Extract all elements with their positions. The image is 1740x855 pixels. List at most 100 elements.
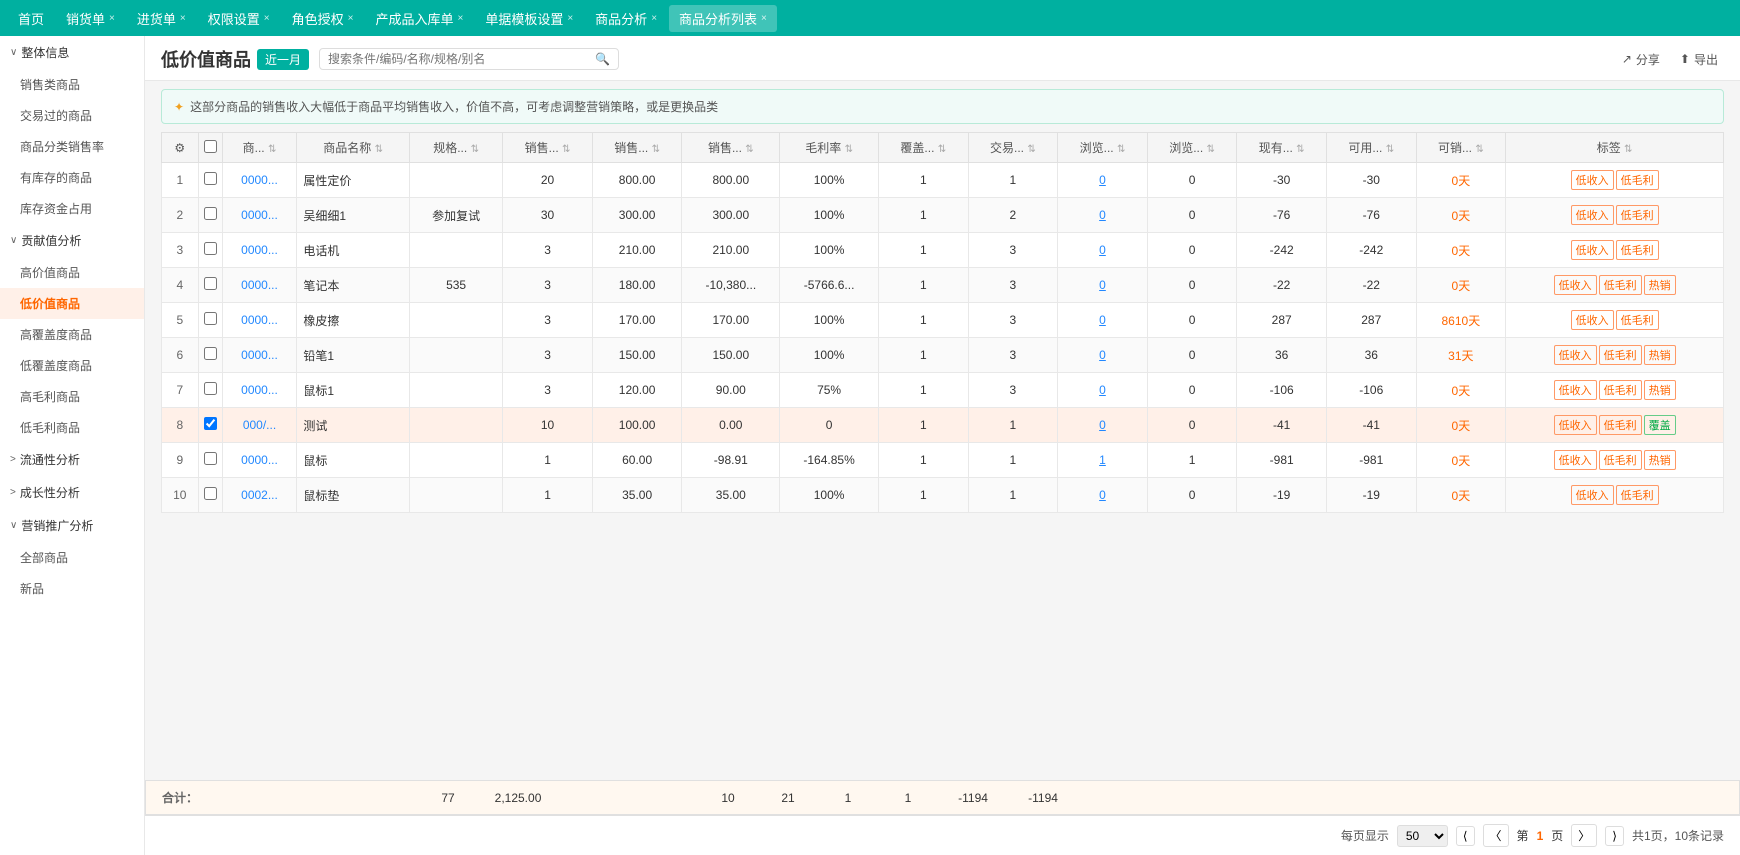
first-page-button[interactable]: ⟨ <box>1456 826 1475 846</box>
checkbox-column-header[interactable] <box>198 133 222 163</box>
next-page-button[interactable]: 〉 <box>1571 824 1597 847</box>
row-checkbox[interactable] <box>204 207 217 220</box>
sales-amount-column-header[interactable]: 销售... ⇅ <box>682 133 780 163</box>
search-icon[interactable]: 🔍 <box>595 52 610 66</box>
row-checkbox[interactable] <box>204 382 217 395</box>
row-checkbox[interactable] <box>204 277 217 290</box>
nav-purchase-order[interactable]: 进货单 × <box>127 5 196 32</box>
row-view1[interactable]: 0 <box>1058 338 1148 373</box>
tags-column-header[interactable]: 标签 ⇅ <box>1506 133 1724 163</box>
view1-link[interactable]: 0 <box>1099 173 1106 187</box>
view1-link[interactable]: 0 <box>1099 488 1106 502</box>
sidebar-section-overall[interactable]: ∨ 整体信息 <box>0 36 144 69</box>
nav-permissions[interactable]: 权限设置 × <box>198 5 280 32</box>
sidebar-item-traded-products[interactable]: 交易过的商品 <box>0 100 144 131</box>
nav-template-settings[interactable]: 单据模板设置 × <box>475 5 583 32</box>
sidebar-item-high-coverage[interactable]: 高覆盖度商品 <box>0 319 144 350</box>
row-view1[interactable]: 0 <box>1058 233 1148 268</box>
nav-sales-order[interactable]: 销货单 × <box>56 5 125 32</box>
row-checkbox[interactable] <box>204 452 217 465</box>
sidebar-item-in-stock[interactable]: 有库存的商品 <box>0 162 144 193</box>
view1-link[interactable]: 0 <box>1099 313 1106 327</box>
share-button[interactable]: ↗ 分享 <box>1616 48 1666 71</box>
sidebar-section-circulation[interactable]: > 流通性分析 <box>0 443 144 476</box>
close-icon[interactable]: × <box>567 13 573 24</box>
select-all-checkbox[interactable] <box>204 140 217 153</box>
row-checkbox[interactable] <box>204 312 217 325</box>
date-filter-badge[interactable]: 近一月 <box>257 49 309 70</box>
code-column-header[interactable]: 商... ⇅ <box>222 133 297 163</box>
row-view1[interactable]: 0 <box>1058 303 1148 338</box>
row-checkbox-cell[interactable] <box>198 443 222 478</box>
nav-product-warehouse[interactable]: 产成品入库单 × <box>365 5 473 32</box>
close-icon[interactable]: × <box>348 13 354 24</box>
row-view1[interactable]: 0 <box>1058 373 1148 408</box>
row-checkbox-cell[interactable] <box>198 303 222 338</box>
row-checkbox-cell[interactable] <box>198 373 222 408</box>
row-checkbox-cell[interactable] <box>198 268 222 303</box>
close-icon[interactable]: × <box>180 13 186 24</box>
close-icon[interactable]: × <box>651 13 657 24</box>
row-view1[interactable]: 0 <box>1058 478 1148 513</box>
sidebar-item-low-margin[interactable]: 低毛利商品 <box>0 412 144 443</box>
prev-page-button[interactable]: 〈 <box>1483 824 1509 847</box>
row-view1[interactable]: 0 <box>1058 198 1148 233</box>
nav-product-analysis[interactable]: 商品分析 × <box>585 5 667 32</box>
row-checkbox-cell[interactable] <box>198 338 222 373</box>
row-checkbox-cell[interactable] <box>198 198 222 233</box>
view1-link[interactable]: 0 <box>1099 208 1106 222</box>
coverage-column-header[interactable]: 覆盖... ⇅ <box>879 133 969 163</box>
nav-role-auth[interactable]: 角色授权 × <box>282 5 364 32</box>
name-column-header[interactable]: 商品名称 ⇅ <box>297 133 410 163</box>
sidebar-item-all-products[interactable]: 全部商品 <box>0 542 144 573</box>
row-checkbox[interactable] <box>204 172 217 185</box>
row-view1[interactable]: 0 <box>1058 268 1148 303</box>
sidebar-item-low-coverage[interactable]: 低覆盖度商品 <box>0 350 144 381</box>
row-view1[interactable]: 1 <box>1058 443 1148 478</box>
view1-link[interactable]: 0 <box>1099 348 1106 362</box>
row-checkbox[interactable] <box>204 347 217 360</box>
settings-column-header[interactable]: ⚙ <box>162 133 199 163</box>
row-checkbox-cell[interactable] <box>198 478 222 513</box>
close-icon[interactable]: × <box>109 13 115 24</box>
page-size-select[interactable]: 50 20 100 <box>1397 825 1448 847</box>
available-column-header[interactable]: 可用... ⇅ <box>1326 133 1416 163</box>
close-icon[interactable]: × <box>264 13 270 24</box>
gross-margin-column-header[interactable]: 毛利率 ⇅ <box>780 133 879 163</box>
saleable-column-header[interactable]: 可销... ⇅ <box>1416 133 1506 163</box>
view1-column-header[interactable]: 浏览... ⇅ <box>1058 133 1148 163</box>
sidebar-item-new-products[interactable]: 新品 <box>0 573 144 604</box>
view1-link[interactable]: 1 <box>1099 453 1106 467</box>
sidebar-section-contribution[interactable]: ∨ 贡献值分析 <box>0 224 144 257</box>
view2-column-header[interactable]: 浏览... ⇅ <box>1147 133 1237 163</box>
spec-column-header[interactable]: 规格... ⇅ <box>409 133 502 163</box>
close-icon[interactable]: × <box>761 13 767 24</box>
row-view1[interactable]: 0 <box>1058 408 1148 443</box>
nav-product-analysis-list[interactable]: 商品分析列表 × <box>669 5 777 32</box>
row-checkbox-cell[interactable] <box>198 163 222 198</box>
current-column-header[interactable]: 现有... ⇅ <box>1237 133 1327 163</box>
export-button[interactable]: ⬆ 导出 <box>1674 48 1724 71</box>
nav-home[interactable]: 首页 <box>8 5 54 32</box>
row-checkbox[interactable] <box>204 417 217 430</box>
view1-link[interactable]: 0 <box>1099 383 1106 397</box>
view1-link[interactable]: 0 <box>1099 418 1106 432</box>
row-checkbox[interactable] <box>204 487 217 500</box>
sales-qty-column-header[interactable]: 销售... ⇅ <box>503 133 593 163</box>
sidebar-section-marketing[interactable]: ∨ 营销推广分析 <box>0 509 144 542</box>
sidebar-item-high-value[interactable]: 高价值商品 <box>0 257 144 288</box>
transaction-column-header[interactable]: 交易... ⇅ <box>968 133 1058 163</box>
sidebar-item-inventory-capital[interactable]: 库存资金占用 <box>0 193 144 224</box>
search-input[interactable] <box>328 52 591 66</box>
sidebar-item-high-margin[interactable]: 高毛利商品 <box>0 381 144 412</box>
sidebar-item-low-value[interactable]: 低价值商品 <box>0 288 144 319</box>
close-icon[interactable]: × <box>457 13 463 24</box>
sidebar-section-growth[interactable]: > 成长性分析 <box>0 476 144 509</box>
last-page-button[interactable]: ⟩ <box>1605 826 1624 846</box>
row-checkbox[interactable] <box>204 242 217 255</box>
row-checkbox-cell[interactable] <box>198 408 222 443</box>
view1-link[interactable]: 0 <box>1099 243 1106 257</box>
row-view1[interactable]: 0 <box>1058 163 1148 198</box>
view1-link[interactable]: 0 <box>1099 278 1106 292</box>
row-checkbox-cell[interactable] <box>198 233 222 268</box>
